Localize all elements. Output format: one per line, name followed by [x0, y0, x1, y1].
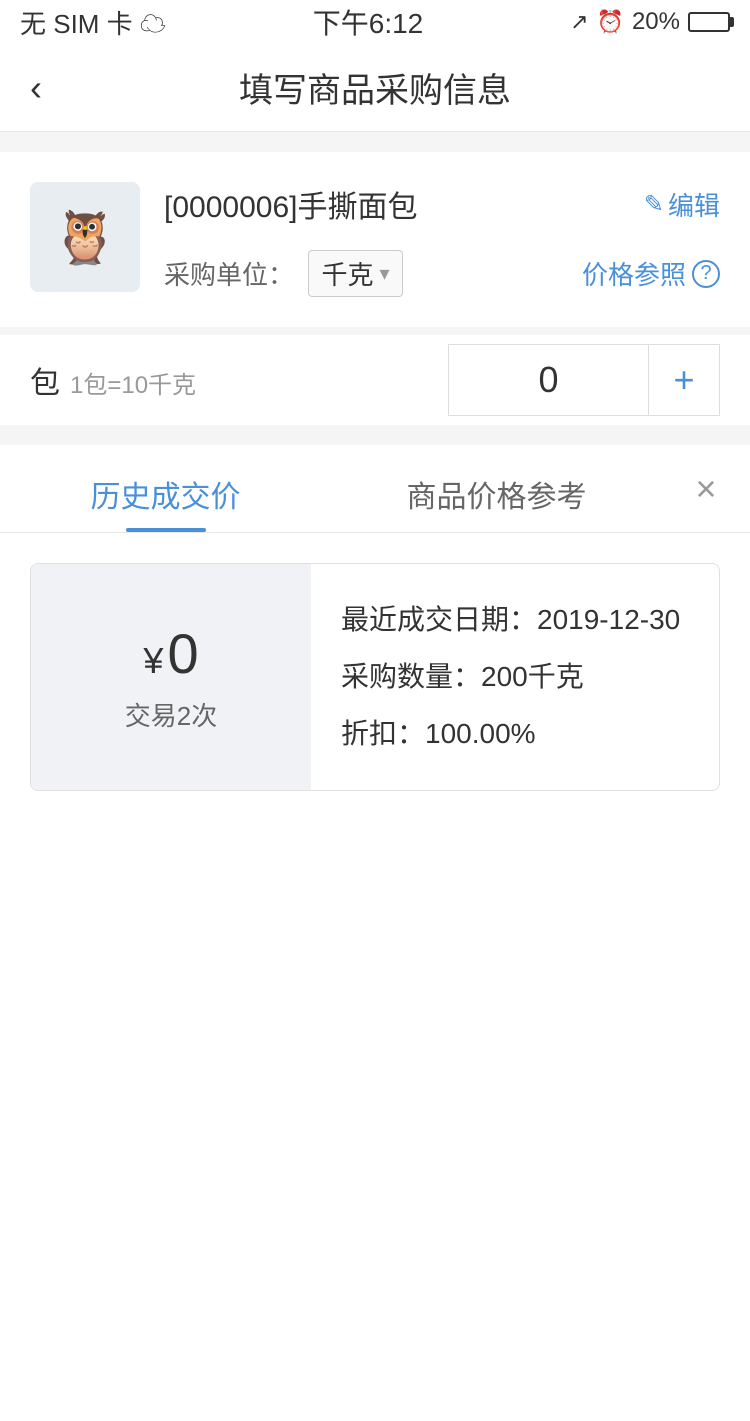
discount-value: 100.00% [425, 718, 536, 749]
price-ref-label: 价格参照 [582, 255, 686, 292]
page-title: 填写商品采购信息 [239, 63, 511, 112]
tabs-panel: 历史成交价 商品价格参考 × ¥0 交易2次 最近成交日期：2019-12-30… [0, 445, 750, 821]
tab-content: ¥0 交易2次 最近成交日期：2019-12-30 采购数量：200千克 折扣：… [0, 533, 750, 821]
nav-bar: ‹ 填写商品采购信息 [0, 44, 750, 132]
trade-count: 交易2次 [125, 696, 217, 733]
price-card-left: ¥0 交易2次 [31, 564, 311, 790]
quantity-section: 包 1包=10千克 + [0, 335, 750, 425]
price-card: ¥0 交易2次 最近成交日期：2019-12-30 采购数量：200千克 折扣：… [30, 563, 720, 791]
tab-price-ref-label: 商品价格参考 [407, 472, 587, 516]
price-amount: 0 [167, 622, 198, 685]
alarm-icon: ⏰ [597, 9, 624, 35]
unit-conversion: 1包=10千克 [70, 365, 196, 400]
product-thumbnail: 🦉 [30, 182, 140, 292]
quantity-input[interactable] [448, 344, 648, 416]
price-ref-button[interactable]: 价格参照 ? [582, 255, 720, 292]
product-name: [0000006]手撕面包 [164, 182, 417, 226]
purchase-qty-label: 采购数量： [341, 661, 481, 692]
last-trade-date-value: 2019-12-30 [537, 604, 680, 635]
help-icon: ? [692, 260, 720, 288]
tab-history-price[interactable]: 历史成交价 [0, 445, 331, 532]
unit-name: 包 [30, 358, 60, 402]
status-right: ↗ ⏰ 20% [570, 8, 730, 36]
purchase-qty-row: 采购数量：200千克 [341, 657, 689, 696]
status-left: 无 SIM 卡 ☁ [20, 4, 166, 41]
product-icon: 🦉 [53, 207, 118, 268]
qty-control: + [448, 344, 720, 416]
status-time: 下午6:12 [313, 2, 424, 42]
unit-value: 千克 [321, 255, 373, 292]
sim-label: 无 SIM 卡 ☁ [20, 4, 166, 41]
back-button[interactable]: ‹ [30, 70, 42, 106]
location-icon: ↗ [570, 9, 588, 35]
edit-icon: ✎ [644, 190, 664, 219]
product-info: [0000006]手撕面包 ✎ 编辑 采购单位： 千克 ▾ 价格参照 ? [164, 182, 720, 297]
discount-row: 折扣：100.00% [341, 714, 689, 753]
edit-label: 编辑 [668, 186, 720, 223]
price-value: ¥0 [143, 621, 198, 686]
price-card-right: 最近成交日期：2019-12-30 采购数量：200千克 折扣：100.00% [311, 564, 719, 790]
qty-plus-button[interactable]: + [648, 344, 720, 416]
tab-history-label: 历史成交价 [91, 472, 241, 516]
tab-underline [126, 528, 206, 532]
tabs-header: 历史成交价 商品价格参考 × [0, 445, 750, 533]
status-bar: 无 SIM 卡 ☁ 下午6:12 ↗ ⏰ 20% [0, 0, 750, 44]
chevron-down-icon: ▾ [379, 261, 389, 286]
battery-icon [688, 12, 730, 32]
edit-button[interactable]: ✎ 编辑 [644, 186, 720, 223]
tabs-close-button[interactable]: × [662, 445, 750, 533]
unit-select[interactable]: 千克 ▾ [308, 250, 402, 297]
battery-percent: 20% [632, 8, 680, 36]
purchase-qty-value: 200千克 [481, 661, 584, 692]
last-trade-date-label: 最近成交日期： [341, 604, 537, 635]
discount-label: 折扣： [341, 718, 425, 749]
unit-label: 采购单位： [164, 260, 294, 290]
unit-display: 包 1包=10千克 [30, 358, 196, 402]
content-spacer [0, 821, 750, 1421]
last-trade-date-row: 最近成交日期：2019-12-30 [341, 600, 689, 639]
tab-price-ref[interactable]: 商品价格参考 [331, 445, 662, 532]
product-section: 🦉 [0000006]手撕面包 ✎ 编辑 采购单位： 千克 ▾ 价格参照 ? [0, 152, 750, 327]
price-currency: ¥ [143, 640, 163, 681]
